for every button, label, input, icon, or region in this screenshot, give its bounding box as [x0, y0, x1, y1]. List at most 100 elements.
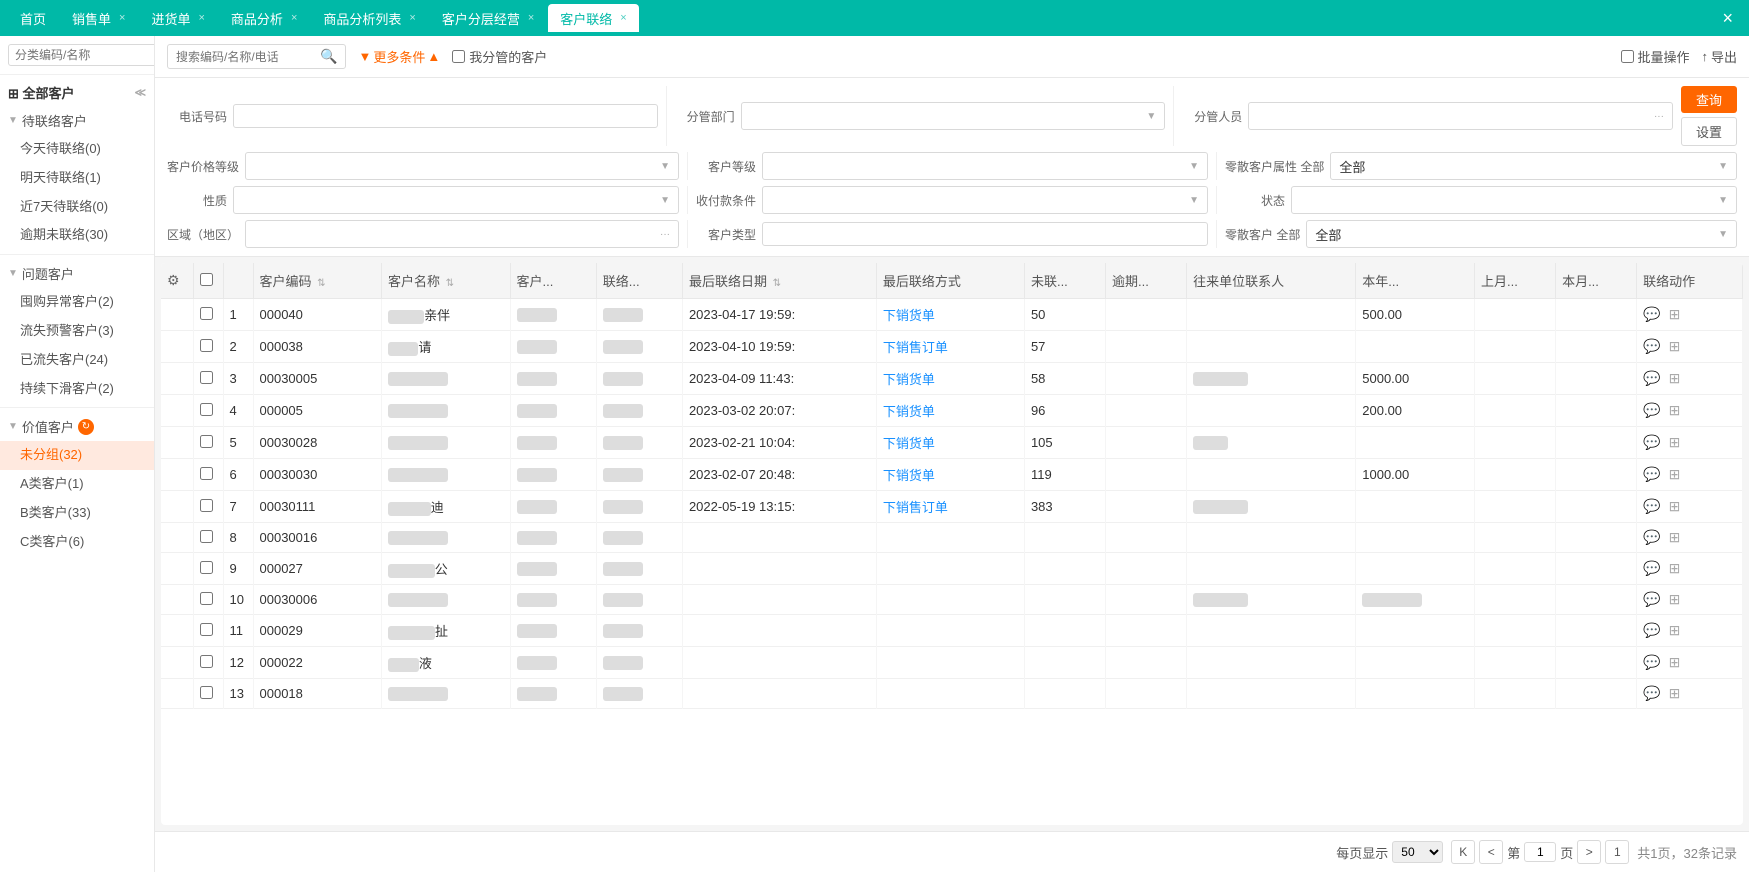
row-checkbox-6[interactable] [200, 499, 213, 512]
row-checkbox-4[interactable] [200, 435, 213, 448]
td-last-contact-way-9[interactable] [876, 585, 1024, 615]
action-message-icon-2[interactable]: 💬 [1643, 370, 1660, 387]
row-checkbox-10[interactable] [200, 623, 213, 636]
action-grid-icon-3[interactable]: ⊞ [1669, 402, 1681, 419]
page-number-input[interactable] [1524, 842, 1556, 862]
action-message-icon-1[interactable]: 💬 [1643, 338, 1660, 355]
td-checkbox-3[interactable] [193, 395, 223, 427]
tab-customer-tier-close[interactable]: × [528, 12, 534, 24]
input-customer-type[interactable] [762, 222, 1208, 246]
sidebar-item-7days[interactable]: 近7天待联络(0) [0, 193, 154, 222]
contact-way-link-6[interactable]: 下销售订单 [883, 500, 948, 515]
td-checkbox-0[interactable] [193, 299, 223, 331]
tab-purchase[interactable]: 进货单 × [139, 4, 216, 32]
last-page-button[interactable]: 1 [1605, 840, 1629, 864]
sidebar-item-tomorrow[interactable]: 明天待联络(1) [0, 164, 154, 193]
global-close-button[interactable]: × [1714, 8, 1741, 29]
td-checkbox-5[interactable] [193, 459, 223, 491]
tab-sales[interactable]: 销售单 × [60, 4, 137, 32]
td-checkbox-10[interactable] [193, 615, 223, 647]
action-grid-icon-4[interactable]: ⊞ [1669, 434, 1681, 451]
search-icon[interactable]: 🔍 [320, 48, 337, 65]
reset-button[interactable]: 设置 [1681, 117, 1737, 146]
action-message-icon-0[interactable]: 💬 [1643, 306, 1660, 323]
td-last-contact-way-4[interactable]: 下销货单 [876, 427, 1024, 459]
select-payment[interactable]: ▼ [762, 186, 1208, 214]
row-checkbox-0[interactable] [200, 307, 213, 320]
sidebar-item-class-b[interactable]: B类客户(33) [0, 499, 154, 528]
row-checkbox-11[interactable] [200, 655, 213, 668]
row-checkbox-1[interactable] [200, 339, 213, 352]
sidebar-search-input[interactable] [8, 44, 155, 66]
sidebar-item-ungrouped[interactable]: 未分组(32) [0, 441, 154, 470]
td-last-contact-way-11[interactable] [876, 647, 1024, 679]
th-last-contact-way[interactable]: 最后联络方式 [876, 263, 1024, 299]
action-grid-icon-8[interactable]: ⊞ [1669, 560, 1681, 577]
action-message-icon-3[interactable]: 💬 [1643, 402, 1660, 419]
tab-purchase-close[interactable]: × [198, 12, 204, 24]
batch-operation-button[interactable]: 批量操作 [1621, 47, 1689, 66]
select-scatter-attr[interactable]: 全部 ▼ [1330, 152, 1737, 180]
batch-check[interactable] [1621, 50, 1634, 63]
sidebar-collapse-icon[interactable]: ≪ [134, 86, 146, 99]
td-checkbox-7[interactable] [193, 523, 223, 553]
tab-sales-close[interactable]: × [119, 12, 125, 24]
sidebar-item-overdue[interactable]: 逾期未联络(30) [0, 221, 154, 250]
more-conditions-button[interactable]: ▼ 更多条件 ▲ [358, 47, 440, 66]
action-message-icon-9[interactable]: 💬 [1643, 591, 1660, 608]
td-checkbox-4[interactable] [193, 427, 223, 459]
refresh-badge[interactable]: ↻ [78, 419, 94, 435]
sidebar-item-declining[interactable]: 持续下滑客户(2) [0, 375, 154, 404]
td-checkbox-12[interactable] [193, 679, 223, 709]
sidebar-item-churned[interactable]: 已流失客户(24) [0, 346, 154, 375]
select-region[interactable]: ··· [245, 220, 679, 248]
action-grid-icon-7[interactable]: ⊞ [1669, 529, 1681, 546]
th-this-year[interactable]: 本年... [1356, 263, 1475, 299]
row-checkbox-8[interactable] [200, 561, 213, 574]
row-checkbox-5[interactable] [200, 467, 213, 480]
contact-way-link-5[interactable]: 下销货单 [883, 468, 935, 483]
td-checkbox-9[interactable] [193, 585, 223, 615]
th-this-month[interactable]: 本月... [1556, 263, 1637, 299]
per-page-select[interactable]: 50 100 200 [1392, 841, 1443, 863]
action-grid-icon-10[interactable]: ⊞ [1669, 622, 1681, 639]
action-grid-icon-6[interactable]: ⊞ [1669, 498, 1681, 515]
th-checkbox[interactable] [193, 263, 223, 299]
tab-customer-contact-close[interactable]: × [620, 12, 626, 24]
sidebar-item-hoard-abnormal[interactable]: 囤购异常客户(2) [0, 288, 154, 317]
td-checkbox-6[interactable] [193, 491, 223, 523]
tab-customer-tier[interactable]: 客户分层经营 × [430, 4, 546, 32]
action-grid-icon-1[interactable]: ⊞ [1669, 338, 1681, 355]
td-checkbox-1[interactable] [193, 331, 223, 363]
sidebar-item-today[interactable]: 今天待联络(0) [0, 135, 154, 164]
first-page-button[interactable]: K [1451, 840, 1475, 864]
th-type[interactable]: 客户... [510, 263, 596, 299]
action-message-icon-6[interactable]: 💬 [1643, 498, 1660, 515]
sidebar-group-problem[interactable]: ▼ 问题客户 [0, 259, 154, 288]
td-checkbox-11[interactable] [193, 647, 223, 679]
select-nature[interactable]: ▼ [233, 186, 679, 214]
row-checkbox-9[interactable] [200, 592, 213, 605]
action-message-icon-5[interactable]: 💬 [1643, 466, 1660, 483]
tab-goods-analysis-close[interactable]: × [291, 12, 297, 24]
my-customers-check[interactable] [452, 50, 465, 63]
action-message-icon-12[interactable]: 💬 [1643, 685, 1660, 702]
action-message-icon-11[interactable]: 💬 [1643, 654, 1660, 671]
select-status[interactable]: ▼ [1291, 186, 1737, 214]
all-customers-header[interactable]: ⊞ 全部客户 ≪ [0, 75, 154, 106]
gear-icon[interactable]: ⚙ [167, 272, 180, 288]
select-all-checkbox[interactable] [200, 273, 213, 286]
action-message-icon-10[interactable]: 💬 [1643, 622, 1660, 639]
action-message-icon-7[interactable]: 💬 [1643, 529, 1660, 546]
row-checkbox-12[interactable] [200, 686, 213, 699]
tab-customer-contact[interactable]: 客户联络 × [548, 4, 638, 32]
th-code[interactable]: 客户编码 ⇅ [253, 263, 382, 299]
select-price-level[interactable]: ▼ [245, 152, 679, 180]
td-checkbox-2[interactable] [193, 363, 223, 395]
prev-page-button[interactable]: < [1479, 840, 1503, 864]
my-customers-checkbox[interactable]: 我分管的客户 [452, 47, 547, 66]
sidebar-item-class-a[interactable]: A类客户(1) [0, 470, 154, 499]
contact-way-link-1[interactable]: 下销售订单 [883, 340, 948, 355]
action-message-icon-4[interactable]: 💬 [1643, 434, 1660, 451]
action-grid-icon-12[interactable]: ⊞ [1669, 685, 1681, 702]
